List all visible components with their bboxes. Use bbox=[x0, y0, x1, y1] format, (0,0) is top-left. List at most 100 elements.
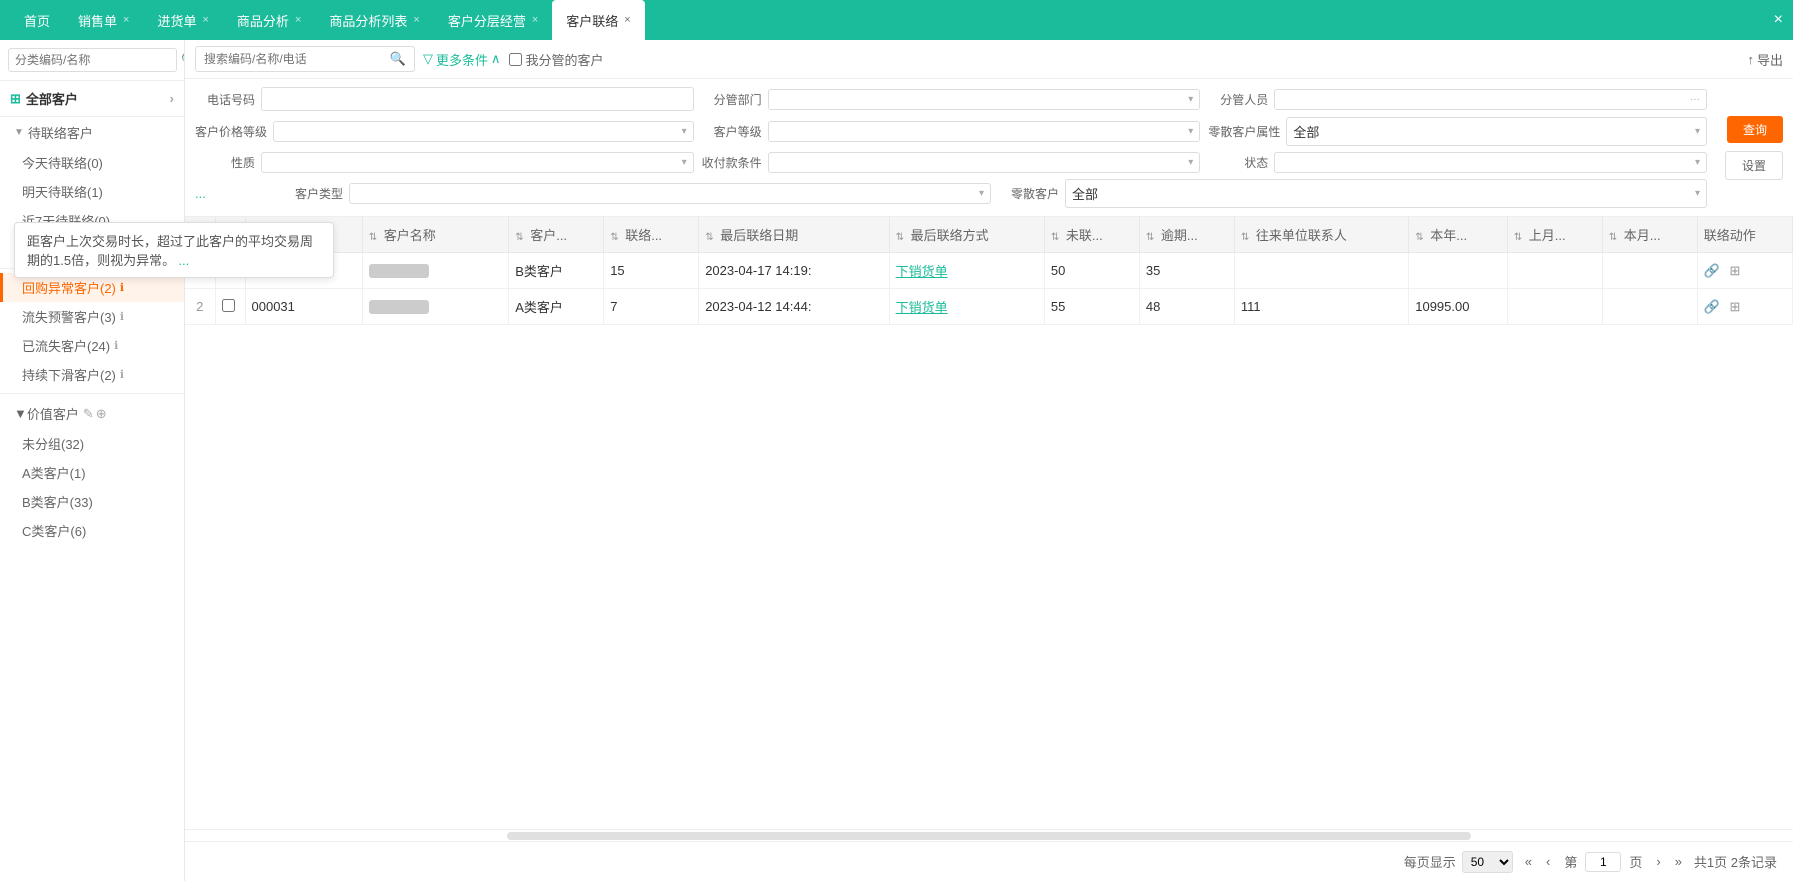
row-code-2: 000031 bbox=[245, 289, 362, 325]
cust-grade-select[interactable]: ▾ bbox=[768, 121, 1201, 142]
nav-home[interactable]: 首页 bbox=[10, 0, 64, 40]
close-customer-tier-icon[interactable]: × bbox=[532, 14, 538, 26]
row-grid-icon-2[interactable]: ⊞ bbox=[1730, 299, 1741, 314]
last-page-button[interactable]: » bbox=[1669, 852, 1688, 871]
scatter-cust-arrow-icon: ▾ bbox=[1695, 188, 1700, 199]
sidebar-group-price[interactable]: ▼ 价值客户 ✎ ⊕ bbox=[0, 398, 184, 429]
export-icon: ↑ bbox=[1747, 52, 1754, 67]
page-label: 第 bbox=[1558, 850, 1583, 873]
status-select[interactable]: ▾ bbox=[1274, 152, 1707, 173]
row-link-icon-2[interactable]: 🔗 bbox=[1704, 299, 1720, 314]
nature-select[interactable]: ▾ bbox=[261, 152, 694, 173]
more-filters-button[interactable]: ▽ 更多条件 ∧ bbox=[423, 50, 501, 69]
nav-purchase[interactable]: 进货单 × bbox=[143, 0, 222, 40]
query-button[interactable]: 查询 bbox=[1727, 116, 1783, 143]
export-button[interactable]: ↑ 导出 bbox=[1747, 50, 1783, 69]
row-no-contact-1: 50 bbox=[1044, 253, 1139, 289]
row-last-method-1[interactable]: 下销货单 bbox=[889, 253, 1044, 289]
dept-select[interactable]: ▾ bbox=[768, 89, 1201, 110]
next-page-button[interactable]: › bbox=[1650, 852, 1666, 871]
phone-label: 电话号码 bbox=[195, 91, 255, 108]
search-bar-icon[interactable]: 🔍 bbox=[390, 51, 406, 67]
manager-select[interactable]: ··· bbox=[1274, 89, 1707, 110]
horizontal-scrollbar[interactable] bbox=[185, 829, 1793, 841]
nav-analysis[interactable]: 商品分析 × bbox=[223, 0, 315, 40]
col-no-contact[interactable]: ⇅ 未联... bbox=[1044, 217, 1139, 253]
col-overdue[interactable]: ⇅ 逾期... bbox=[1139, 217, 1234, 253]
sidebar-item-c-class[interactable]: C类客户(6) bbox=[0, 516, 184, 545]
settings-button[interactable]: 设置 bbox=[1725, 151, 1783, 180]
row-link-icon-1[interactable]: 🔗 bbox=[1704, 263, 1720, 278]
sidebar-search-input[interactable] bbox=[8, 48, 177, 72]
sort-last-date-icon: ⇅ bbox=[705, 232, 713, 243]
nav-analysis-list[interactable]: 商品分析列表 × bbox=[315, 0, 433, 40]
col-name[interactable]: ⇅ 客户名称 bbox=[362, 217, 508, 253]
sort-type-icon: ⇅ bbox=[515, 232, 523, 243]
prev-page-button[interactable]: ‹ bbox=[1540, 852, 1556, 871]
add-icon[interactable]: ⊕ bbox=[96, 406, 107, 422]
filter-row-2: 客户价格等级 ▾ 客户等级 ▾ bbox=[195, 117, 1707, 146]
col-this-month[interactable]: ⇅ 本月... bbox=[1602, 217, 1697, 253]
close-customer-contact-icon[interactable]: × bbox=[624, 14, 630, 26]
per-page-select[interactable]: 50 100 200 bbox=[1462, 851, 1513, 873]
row-this-year-2: 10995.00 bbox=[1409, 289, 1507, 325]
col-type[interactable]: ⇅ 客户... bbox=[509, 217, 604, 253]
all-customers-header[interactable]: ⊞ 全部客户 › bbox=[0, 81, 184, 117]
row-contact-count-2: 7 bbox=[604, 289, 699, 325]
filter-row-1: 电话号码 分管部门 ▾ 分管人员 bbox=[195, 87, 1707, 111]
manager-label: 分管人员 bbox=[1208, 91, 1268, 108]
row-overdue-2: 48 bbox=[1139, 289, 1234, 325]
my-customers-checkbox[interactable] bbox=[509, 53, 522, 66]
col-last-date[interactable]: ⇅ 最后联络日期 bbox=[699, 217, 889, 253]
row-action-2: 🔗 ⊞ bbox=[1697, 289, 1792, 325]
close-all-button[interactable]: × bbox=[1774, 11, 1783, 29]
nav-sales[interactable]: 销售单 × bbox=[64, 0, 143, 40]
page-input[interactable] bbox=[1585, 852, 1621, 872]
sidebar-item-b-class[interactable]: B类客户(33) bbox=[0, 487, 184, 516]
tooltip-more[interactable]: ... bbox=[178, 253, 189, 268]
sort-no-contact-icon: ⇅ bbox=[1051, 232, 1059, 243]
more-options-button[interactable]: ... bbox=[195, 186, 206, 201]
close-analysis-list-icon[interactable]: × bbox=[413, 14, 419, 26]
cust-type-select[interactable]: ▾ bbox=[349, 183, 991, 204]
sidebar-item-tomorrow[interactable]: 明天待联络(1) bbox=[0, 177, 184, 206]
first-page-button[interactable]: « bbox=[1519, 852, 1538, 871]
sidebar-item-lost[interactable]: 已流失客户(24) ℹ bbox=[0, 331, 184, 360]
col-last-method[interactable]: ⇅ 最后联络方式 bbox=[889, 217, 1044, 253]
scatter-attr-select[interactable]: 全部 ▾ bbox=[1286, 117, 1707, 146]
close-analysis-icon[interactable]: × bbox=[295, 14, 301, 26]
nav-customer-tier[interactable]: 客户分层经营 × bbox=[434, 0, 552, 40]
sidebar-item-declining[interactable]: 持续下滑客户(2) ℹ bbox=[0, 360, 184, 389]
row-grid-icon-1[interactable]: ⊞ bbox=[1730, 263, 1741, 278]
col-contact-person[interactable]: ⇅ 往来单位联系人 bbox=[1234, 217, 1408, 253]
row-name-2 bbox=[362, 289, 508, 325]
sidebar-item-today[interactable]: 今天待联络(0) bbox=[0, 148, 184, 177]
row-checkbox-input-2[interactable] bbox=[222, 299, 235, 312]
sidebar-group-pending[interactable]: ▼ 待联络客户 bbox=[0, 117, 184, 148]
status-label: 状态 bbox=[1208, 154, 1268, 171]
col-this-year[interactable]: ⇅ 本年... bbox=[1409, 217, 1507, 253]
col-contact-count[interactable]: ⇅ 联络... bbox=[604, 217, 699, 253]
close-sales-icon[interactable]: × bbox=[123, 14, 129, 26]
close-purchase-icon[interactable]: × bbox=[202, 14, 208, 26]
row-contact-person-2: 111 bbox=[1234, 289, 1408, 325]
phone-input[interactable] bbox=[261, 87, 694, 111]
search-input[interactable] bbox=[204, 52, 390, 66]
price-grade-select[interactable]: ▾ bbox=[273, 121, 694, 142]
table-row: 2 000031 A类客户 7 2023-04-12 14:44: 下销货单 5… bbox=[185, 289, 1793, 325]
cust-grade-label: 客户等级 bbox=[702, 123, 762, 140]
edit-icon[interactable]: ✎ bbox=[83, 406, 94, 422]
col-last-month[interactable]: ⇅ 上月... bbox=[1507, 217, 1602, 253]
sidebar-item-loss-warning[interactable]: 流失预警客户(3) ℹ bbox=[0, 302, 184, 331]
payment-select[interactable]: ▾ bbox=[768, 152, 1201, 173]
row-last-method-2[interactable]: 下销货单 bbox=[889, 289, 1044, 325]
scatter-cust-select[interactable]: 全部 ▾ bbox=[1065, 179, 1707, 208]
collapse-sidebar-icon[interactable]: › bbox=[170, 91, 174, 106]
nav-customer-contact[interactable]: 客户联络 × bbox=[552, 0, 644, 40]
filter-field-nature: 性质 ▾ bbox=[195, 152, 694, 173]
sidebar-item-a-class[interactable]: A类客户(1) bbox=[0, 458, 184, 487]
total-label: 共1页 2条记录 bbox=[1694, 852, 1777, 871]
sidebar-item-ungrouped[interactable]: 未分组(32) bbox=[0, 429, 184, 458]
sort-this-year-icon: ⇅ bbox=[1415, 232, 1423, 243]
status-arrow-icon: ▾ bbox=[1695, 157, 1700, 168]
